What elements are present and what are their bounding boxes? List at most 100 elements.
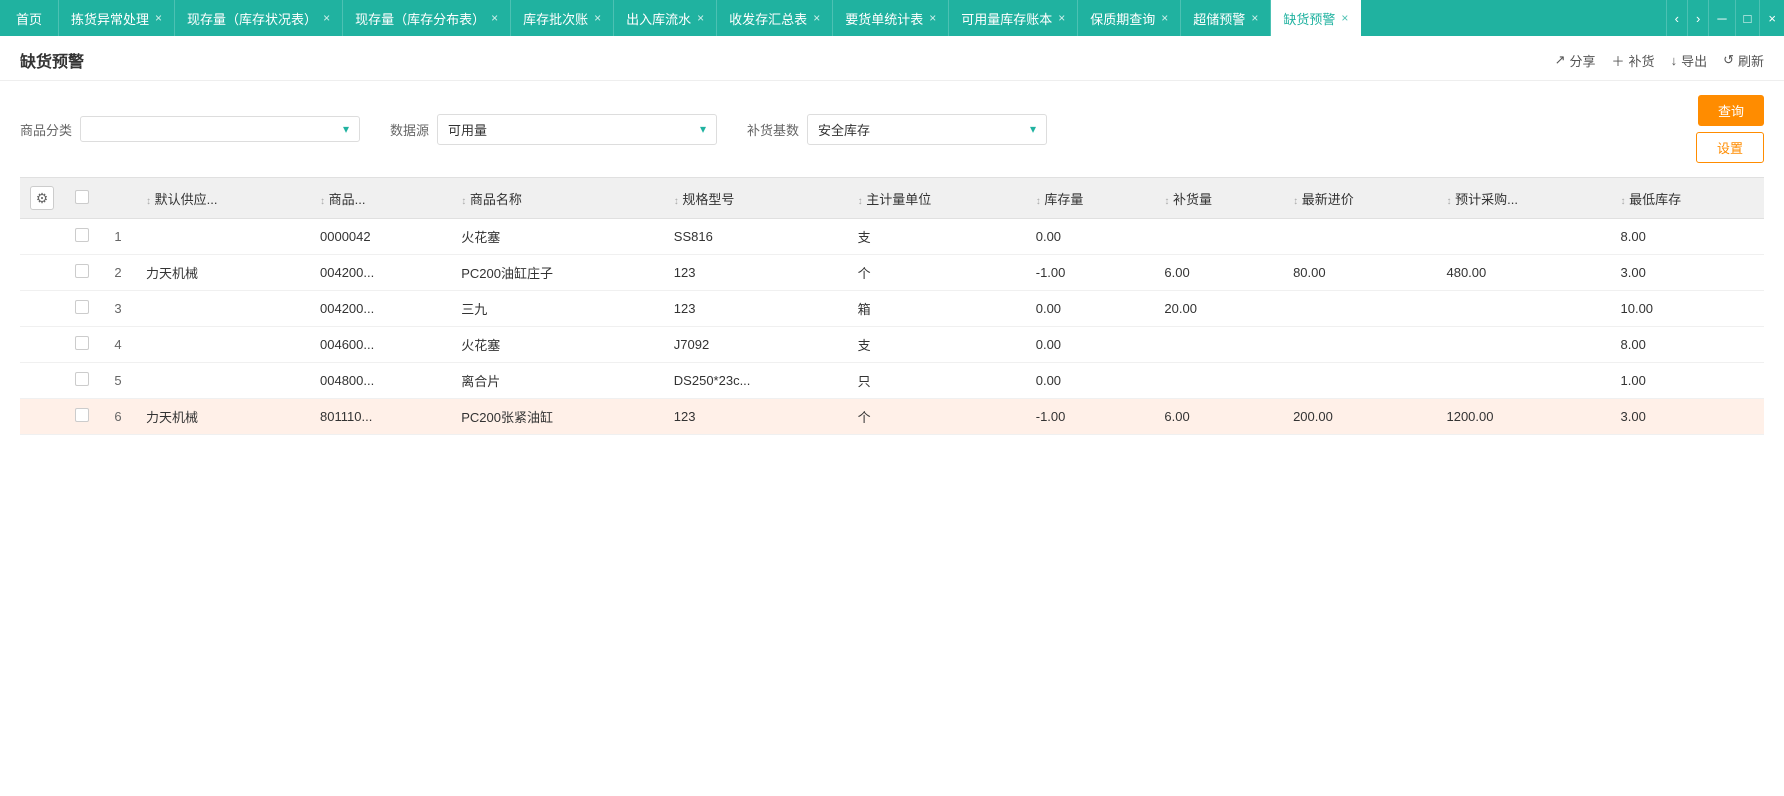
tab-inventory-dist-close[interactable]: × [491,11,498,25]
row-cb-1 [64,255,100,291]
row-checkbox-4[interactable] [75,372,89,386]
row-unit-3: 支 [848,327,1026,363]
row-checkbox-3[interactable] [75,336,89,350]
row-checkbox-2[interactable] [75,300,89,314]
tab-expiry-query[interactable]: 保质期查询 × [1078,0,1181,36]
row-name-0: 火花塞 [451,219,664,255]
row-cb-4 [64,363,100,399]
row-stock-0: 0.00 [1026,219,1155,255]
col-name-label: 商品名称 [470,192,522,207]
tab-collect-summary-close[interactable]: × [813,11,820,25]
tab-inout-flow[interactable]: 出入库流水 × [614,0,717,36]
col-est-purchase-label: 预计采购... [1455,192,1518,207]
table-row: 6 力天机械 801110... PC200张紧油缸 123 个 -1.00 6… [20,399,1764,435]
tab-demand-stat[interactable]: 要货单统计表 × [833,0,949,36]
sort-latest-price-icon[interactable]: ↕ [1293,196,1298,207]
tab-available-ledger-label: 可用量库存账本 [961,9,1052,28]
row-gear-4 [20,363,64,399]
tab-prev-btn[interactable]: ‹ [1666,0,1687,36]
tab-expiry-query-close[interactable]: × [1161,11,1168,25]
tab-overstock[interactable]: 超储预警 × [1181,0,1271,36]
col-code: ↕ 商品... [310,178,451,219]
row-code-0: 0000042 [310,219,451,255]
row-supplier-4 [136,363,310,399]
refresh-icon: ↺ [1723,52,1734,68]
home-tab-label: 首页 [16,9,42,28]
row-name-2: 三九 [451,291,664,327]
close-all-icon: × [1768,11,1776,26]
replenish-select[interactable]: 安全库存 ▾ [807,114,1047,145]
tab-available-ledger-close[interactable]: × [1058,11,1065,25]
row-est-purchase-4 [1436,363,1610,399]
row-checkbox-0[interactable] [75,228,89,242]
row-replenish-0 [1154,219,1283,255]
row-num-4: 5 [100,363,136,399]
row-checkbox-5[interactable] [75,408,89,422]
sort-replenish-icon[interactable]: ↕ [1164,196,1169,207]
tab-inventory-dist[interactable]: 现存量（库存分布表） × [343,0,511,36]
setting-button[interactable]: 设置 [1696,132,1764,163]
tab-shortage-close[interactable]: × [1341,11,1348,25]
share-icon: ↗ [1555,52,1566,68]
tab-batch-account[interactable]: 库存批次账 × [511,0,614,36]
row-min-stock-2: 10.00 [1611,291,1765,327]
tab-maximize-btn[interactable]: □ [1735,0,1760,36]
tab-batch-account-close[interactable]: × [594,11,601,25]
row-unit-5: 个 [848,399,1026,435]
tab-home[interactable]: 首页 [0,0,59,36]
row-spec-0: SS816 [664,219,848,255]
column-settings-btn[interactable]: ⚙ [30,186,54,210]
filter-actions: 查询 设置 [1696,95,1764,163]
tab-minimize-btn[interactable]: ─ [1708,0,1734,36]
replenish-button[interactable]: ＋ 补货 [1612,51,1655,70]
datasource-label: 数据源 [390,120,429,139]
tab-inventory-status-close[interactable]: × [323,11,330,25]
tab-collect-summary[interactable]: 收发存汇总表 × [717,0,833,36]
export-button[interactable]: ↓ 导出 [1671,51,1708,70]
tab-available-ledger[interactable]: 可用量库存账本 × [949,0,1078,36]
sort-code-icon[interactable]: ↕ [320,196,325,207]
row-stock-2: 0.00 [1026,291,1155,327]
sort-name-icon[interactable]: ↕ [461,196,466,207]
row-unit-0: 支 [848,219,1026,255]
category-select[interactable]: ▾ [80,116,360,142]
tab-inventory-status-label: 现存量（库存状况表） [187,9,317,28]
share-button[interactable]: ↗ 分享 [1555,51,1596,70]
sort-min-stock-icon[interactable]: ↕ [1621,196,1626,207]
row-name-4: 离合片 [451,363,664,399]
row-latest-price-5: 200.00 [1283,399,1436,435]
row-num-0: 1 [100,219,136,255]
tab-next-btn[interactable]: › [1687,0,1708,36]
row-min-stock-3: 8.00 [1611,327,1765,363]
tab-demand-stat-close[interactable]: × [929,11,936,25]
sort-stock-icon[interactable]: ↕ [1036,196,1041,207]
sort-spec-icon[interactable]: ↕ [674,196,679,207]
row-replenish-2: 20.00 [1154,291,1283,327]
sort-supplier-icon[interactable]: ↕ [146,196,151,207]
query-button[interactable]: 查询 [1698,95,1764,126]
col-spec-label: 规格型号 [682,192,734,207]
tab-inout-flow-close[interactable]: × [697,11,704,25]
sort-unit-icon[interactable]: ↕ [858,196,863,207]
tab-abnormal-close[interactable]: × [155,11,162,25]
row-code-5: 801110... [310,399,451,435]
header-actions: ↗ 分享 ＋ 补货 ↓ 导出 ↺ 刷新 [1555,51,1764,70]
col-latest-price-label: 最新进价 [1302,192,1354,207]
datasource-value: 可用量 [448,120,487,139]
sort-est-purchase-icon[interactable]: ↕ [1446,196,1451,207]
table-row: 4 004600... 火花塞 J7092 支 0.00 8.00 [20,327,1764,363]
row-gear-5 [20,399,64,435]
row-num-2: 3 [100,291,136,327]
tab-abnormal[interactable]: 拣货异常处理 × [59,0,175,36]
tab-next-icon: › [1696,11,1700,26]
select-all-checkbox[interactable] [75,190,89,204]
row-unit-2: 箱 [848,291,1026,327]
tab-inventory-status[interactable]: 现存量（库存状况表） × [175,0,343,36]
col-name: ↕ 商品名称 [451,178,664,219]
datasource-select[interactable]: 可用量 ▾ [437,114,717,145]
tab-shortage[interactable]: 缺货预警 × [1271,0,1361,36]
tab-close-all-btn[interactable]: × [1759,0,1784,36]
row-checkbox-1[interactable] [75,264,89,278]
refresh-button[interactable]: ↺ 刷新 [1723,51,1764,70]
tab-overstock-close[interactable]: × [1251,11,1258,25]
